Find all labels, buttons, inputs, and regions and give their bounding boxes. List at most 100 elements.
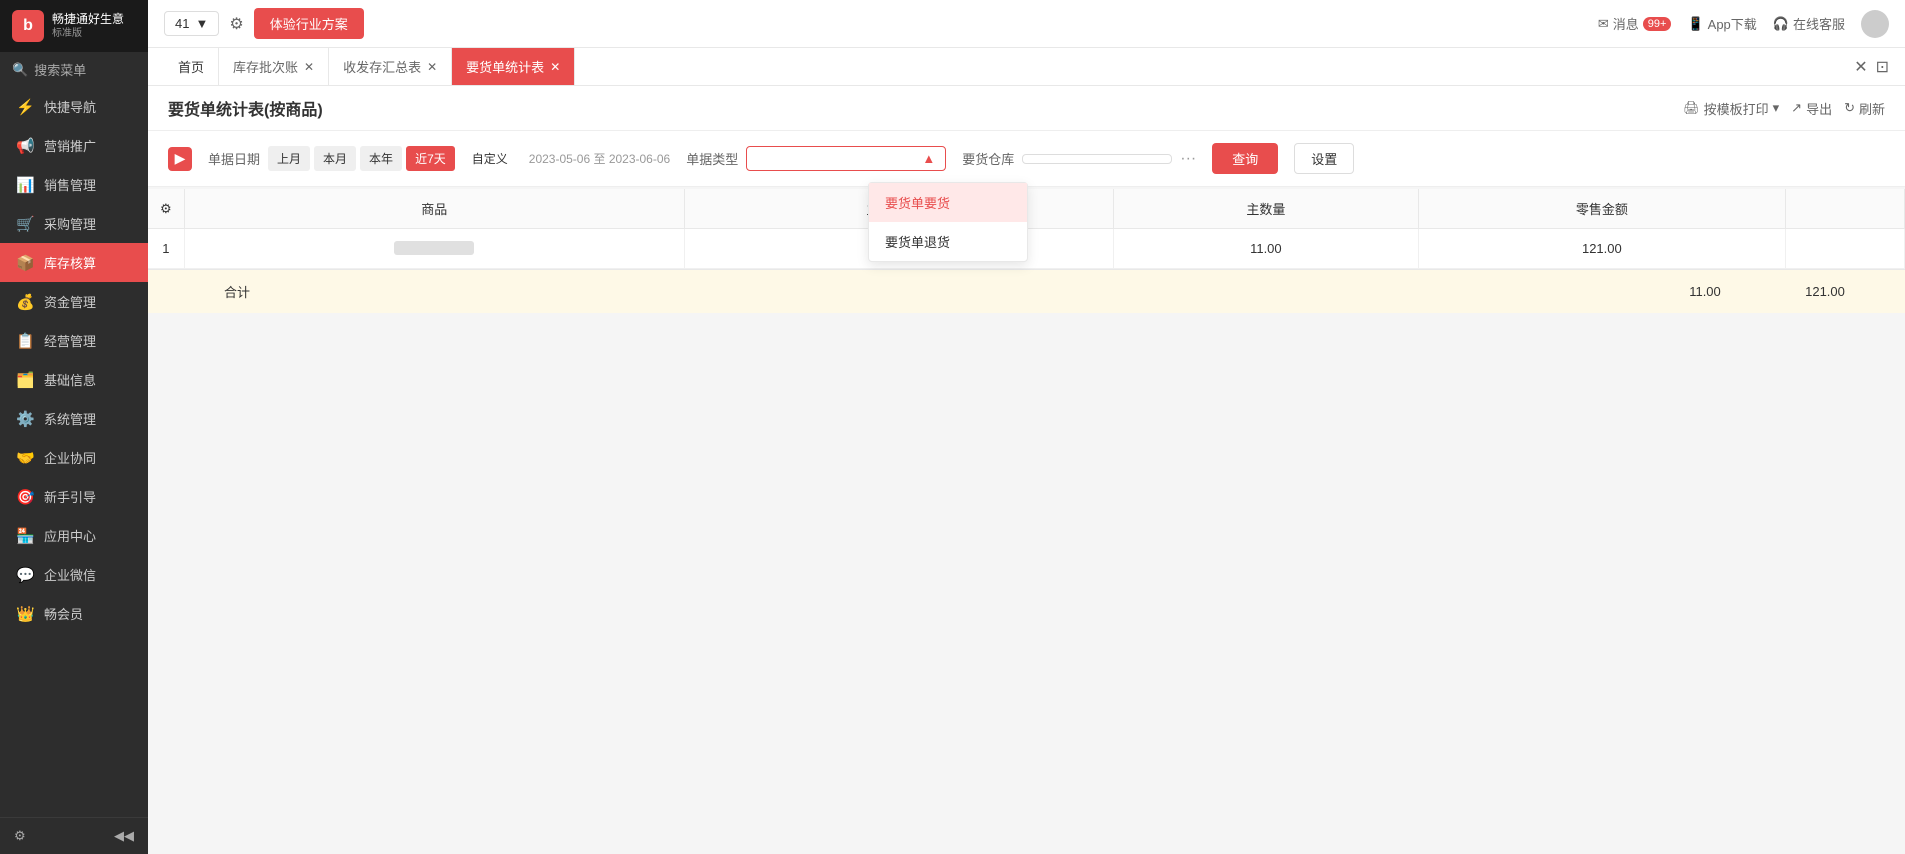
cell-extra — [1785, 229, 1904, 269]
tab-close-batch-account[interactable]: ✕ — [304, 60, 314, 74]
tab-batch-account[interactable]: 库存批次账 ✕ — [219, 48, 329, 85]
user-avatar[interactable] — [1861, 10, 1889, 38]
sidebar: b 畅捷通好生意 标准版 🔍 搜索菜单 ⚡ 快捷导航 📢 营销推广 📊 销售管理… — [0, 0, 148, 854]
sidebar-item-member[interactable]: 👑 畅会员 — [0, 594, 148, 633]
gear-icon: ⚙️ — [16, 410, 34, 428]
refresh-action[interactable]: ↻ 刷新 — [1844, 99, 1885, 118]
folder-icon: 🗂️ — [16, 371, 34, 389]
th-extra — [1785, 189, 1904, 229]
sidebar-item-enterprise[interactable]: 🤝 企业协同 — [0, 438, 148, 477]
sidebar-item-system[interactable]: ⚙️ 系统管理 — [0, 399, 148, 438]
filter-bar: ▶ 单据日期 上月 本月 本年 近7天 自定义 2023-05-06 至 202… — [148, 131, 1905, 187]
warehouse-filter-label: 要货仓库 — [962, 149, 1014, 168]
type-dropdown-menu: 要货单要货 要货单退货 — [868, 182, 1028, 262]
app-logo-icon: b — [12, 10, 44, 42]
this-month-btn[interactable]: 本月 — [314, 146, 356, 171]
dropdown-item-order[interactable]: 要货单要货 — [869, 183, 1027, 222]
clipboard-icon: 📋 — [16, 332, 34, 350]
more-options-icon[interactable]: ··· — [1180, 150, 1196, 168]
export-action[interactable]: ↗ 导出 — [1791, 99, 1832, 118]
sidebar-item-appstore[interactable]: 🏪 应用中心 — [0, 516, 148, 555]
custom-date-btn[interactable]: 自定义 — [463, 146, 517, 171]
cell-amount: 121.00 — [1418, 229, 1785, 269]
cell-quantity: 11.00 — [1113, 229, 1418, 269]
tenant-selector[interactable]: 41 ▼ — [164, 11, 219, 36]
trial-button[interactable]: 体验行业方案 — [254, 8, 364, 39]
printer-icon: 🖨 — [1683, 100, 1700, 116]
type-filter-label: 单据类型 — [686, 149, 738, 168]
header-right: ✉ 消息 99+ 📱 App下载 🎧 在线客服 — [1598, 10, 1889, 38]
date-quick-buttons: 上月 本月 本年 近7天 — [268, 146, 455, 171]
chevron-down-icon: ▾ — [1773, 100, 1780, 116]
tab-close-delivery-summary[interactable]: ✕ — [427, 60, 437, 74]
date-filter-group: 单据日期 上月 本月 本年 近7天 自定义 2023-05-06 至 2023-… — [208, 146, 670, 171]
main-area: 41 ▼ ⚙ 体验行业方案 ✉ 消息 99+ 📱 App下载 🎧 在线客服 — [148, 0, 1905, 854]
sidebar-bottom: ⚙ ◀◀ — [0, 817, 148, 854]
th-quantity: 主数量 — [1113, 189, 1418, 229]
app-download-action[interactable]: 📱 App下载 — [1687, 14, 1756, 33]
tab-delivery-summary[interactable]: 收发存汇总表 ✕ — [329, 48, 452, 85]
cell-product — [184, 229, 684, 269]
dropdown-item-return[interactable]: 要货单退货 — [869, 222, 1027, 261]
collapse-sidebar-icon[interactable]: ◀◀ — [114, 828, 134, 844]
sidebar-item-inventory[interactable]: 📦 库存核算 — [0, 243, 148, 282]
chevron-down-icon: ▼ — [195, 16, 208, 31]
online-service-action[interactable]: 🎧 在线客服 — [1773, 14, 1845, 33]
tabs-right-controls: ✕ ⊡ — [1854, 57, 1889, 77]
header-left: 41 ▼ ⚙ 体验行业方案 — [164, 8, 1586, 39]
warehouse-filter-group: 要货仓库 ··· — [962, 149, 1196, 168]
type-select[interactable]: ▲ — [746, 146, 946, 171]
refresh-icon: ↻ — [1844, 100, 1855, 116]
date-range-display: 2023-05-06 至 2023-06-06 — [529, 150, 670, 167]
tab-home[interactable]: 首页 — [164, 48, 219, 85]
header-settings-icon[interactable]: ⚙ — [229, 14, 243, 34]
chat-icon: 💬 — [16, 566, 34, 584]
lightning-icon: ⚡ — [16, 98, 34, 116]
sidebar-item-operation[interactable]: 📋 经营管理 — [0, 321, 148, 360]
print-action[interactable]: 🖨 按模板打印 ▾ — [1683, 99, 1779, 118]
sidebar-item-wechat[interactable]: 💬 企业微信 — [0, 555, 148, 594]
sidebar-item-finance[interactable]: 💰 资金管理 — [0, 282, 148, 321]
tabs-bar: 首页 库存批次账 ✕ 收发存汇总表 ✕ 要货单统计表 ✕ ✕ ⊡ — [148, 48, 1905, 86]
page-actions: 🖨 按模板打印 ▾ ↗ 导出 ↻ 刷新 — [1683, 99, 1885, 118]
settings-bottom-icon[interactable]: ⚙ — [14, 828, 26, 844]
message-action[interactable]: ✉ 消息 99+ — [1598, 14, 1672, 33]
sidebar-item-purchase[interactable]: 🛒 采购管理 — [0, 204, 148, 243]
headset-icon: 🎧 — [1773, 16, 1789, 32]
sidebar-item-basic[interactable]: 🗂️ 基础信息 — [0, 360, 148, 399]
table-footer: 合计 11.00 121.00 — [148, 269, 1905, 313]
th-settings[interactable]: ⚙ — [148, 189, 184, 229]
target-icon: 🎯 — [16, 488, 34, 506]
message-icon: ✉ — [1598, 16, 1609, 32]
box-icon: 📦 — [16, 254, 34, 272]
query-button[interactable]: 查询 — [1212, 143, 1278, 174]
tab-expand-icon[interactable]: ⊡ — [1876, 57, 1889, 77]
tab-order-stats[interactable]: 要货单统计表 ✕ — [452, 48, 575, 85]
download-icon: 📱 — [1687, 16, 1703, 32]
page-content: 要货单统计表(按商品) 🖨 按模板打印 ▾ ↗ 导出 ↻ 刷新 ▶ — [148, 86, 1905, 854]
this-year-btn[interactable]: 本年 — [360, 146, 402, 171]
sidebar-item-sales[interactable]: 📊 销售管理 — [0, 165, 148, 204]
sidebar-logo: b 畅捷通好生意 标准版 — [0, 0, 148, 52]
sidebar-item-quick-nav[interactable]: ⚡ 快捷导航 — [0, 87, 148, 126]
filter-expand-button[interactable]: ▶ — [168, 147, 192, 171]
message-badge: 99+ — [1643, 17, 1672, 31]
money-icon: 💰 — [16, 293, 34, 311]
warehouse-select[interactable] — [1022, 154, 1172, 164]
page-header: 要货单统计表(按商品) 🖨 按模板打印 ▾ ↗ 导出 ↻ 刷新 — [148, 86, 1905, 131]
sidebar-item-newbie[interactable]: 🎯 新手引导 — [0, 477, 148, 516]
search-menu-item[interactable]: 🔍 搜索菜单 — [0, 52, 148, 87]
chevron-up-icon: ▲ — [922, 151, 935, 166]
page-title: 要货单统计表(按商品) — [168, 96, 323, 120]
crown-icon: 👑 — [16, 605, 34, 623]
export-icon: ↗ — [1791, 100, 1802, 116]
search-icon: 🔍 — [12, 62, 28, 78]
tab-close-all-icon[interactable]: ✕ — [1854, 57, 1867, 77]
tab-close-order-stats[interactable]: ✕ — [550, 60, 560, 74]
last-month-btn[interactable]: 上月 — [268, 146, 310, 171]
settings-button[interactable]: 设置 — [1294, 143, 1354, 174]
chart-icon: 📊 — [16, 176, 34, 194]
sidebar-item-marketing[interactable]: 📢 营销推广 — [0, 126, 148, 165]
last-7-days-btn[interactable]: 近7天 — [406, 146, 455, 171]
footer-label: 合计 — [204, 282, 250, 301]
